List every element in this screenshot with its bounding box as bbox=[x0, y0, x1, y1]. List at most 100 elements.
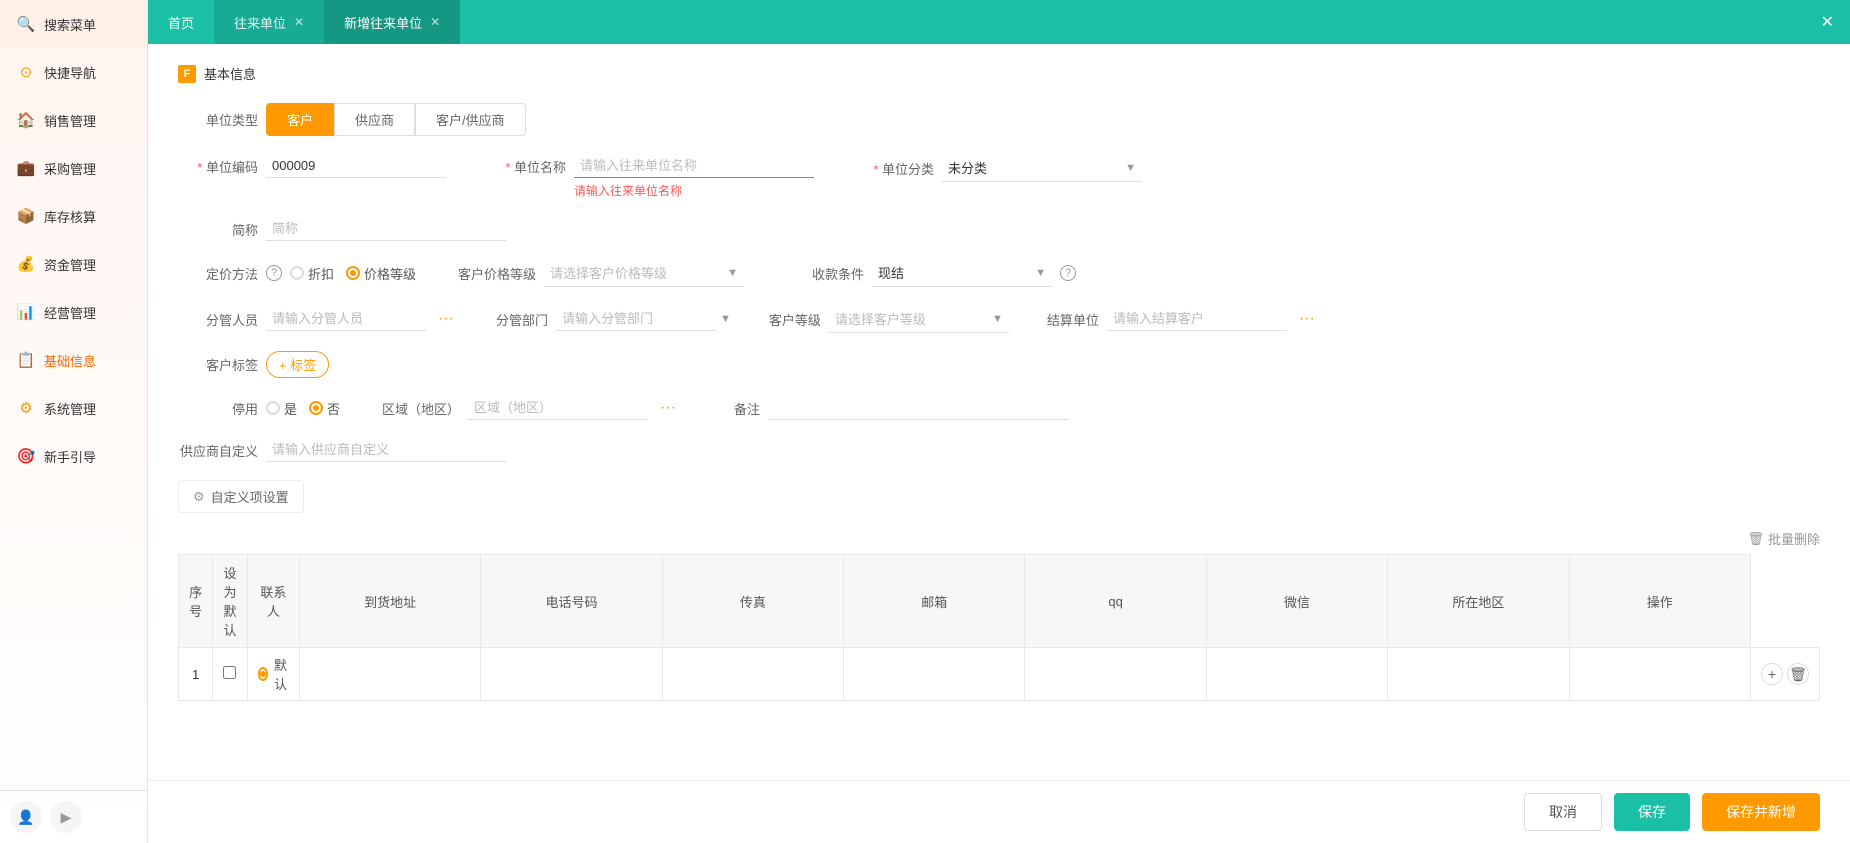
short-name-input[interactable] bbox=[266, 217, 506, 241]
tab-new-partner[interactable]: 新增往来单位 ✕ bbox=[324, 0, 460, 44]
unit-code-label: 单位编码 bbox=[178, 157, 258, 176]
region-more-btn[interactable]: ··· bbox=[656, 399, 680, 417]
bulk-delete-button[interactable]: 🗑 批量删除 bbox=[1747, 529, 1820, 548]
row-default: 默认 bbox=[247, 648, 299, 701]
sidebar-item-finance[interactable]: 💰 资金管理 bbox=[0, 240, 147, 288]
row-seq: 1 bbox=[179, 648, 213, 701]
col-email: 邮箱 bbox=[844, 555, 1025, 648]
save-button[interactable]: 保存 bbox=[1614, 793, 1690, 831]
row-contact-input[interactable] bbox=[299, 648, 480, 701]
customer-tag-btn[interactable]: + 标签 bbox=[266, 351, 329, 378]
sales-icon: 🏠 bbox=[16, 110, 36, 130]
row-region-input[interactable] bbox=[1569, 648, 1750, 701]
section-title-icon: F bbox=[178, 65, 196, 83]
pricing-label: 定价方法 bbox=[178, 264, 258, 283]
customer-price-select[interactable]: 请选择客户价格等级 ▼ bbox=[544, 259, 744, 287]
tab-home[interactable]: 首页 bbox=[148, 0, 214, 44]
type-btn-both[interactable]: 客户/供应商 bbox=[415, 103, 526, 136]
content-area: F 基本信息 单位类型 客户 供应商 客户/供应商 单位编码 单位名称 bbox=[148, 44, 1850, 780]
col-action: 操作 bbox=[1569, 555, 1750, 648]
sidebar-item-search[interactable]: 🔍 搜索菜单 bbox=[0, 0, 147, 48]
col-seq: 序号 bbox=[179, 555, 213, 648]
settlement-unit-label: 结算单位 bbox=[1039, 310, 1099, 329]
settlement-unit-more-btn[interactable]: ··· bbox=[1295, 310, 1319, 328]
unit-name-label: 单位名称 bbox=[486, 157, 566, 176]
table-toolbar: 🗑 批量删除 bbox=[178, 529, 1820, 548]
sidebar-expand-icon[interactable]: ▶ bbox=[50, 801, 82, 833]
row-qq-input[interactable] bbox=[1206, 648, 1387, 701]
row-address-input[interactable] bbox=[481, 648, 662, 701]
sidebar-item-purchase[interactable]: 💼 采购管理 bbox=[0, 144, 147, 192]
pricing-radio-level[interactable]: 价格等级 bbox=[346, 264, 416, 283]
type-btn-supplier[interactable]: 供应商 bbox=[334, 103, 415, 136]
unit-code-field: 单位编码 bbox=[178, 154, 446, 178]
disabled-radio-yes[interactable]: 是 bbox=[266, 399, 297, 418]
level-radio-circle bbox=[346, 266, 360, 280]
unit-name-input[interactable] bbox=[574, 154, 814, 178]
tab-bar-close-button[interactable]: ✕ bbox=[1821, 12, 1834, 32]
row-wechat-input[interactable] bbox=[1388, 648, 1569, 701]
settlement-unit-input[interactable] bbox=[1107, 307, 1287, 331]
supplier-custom-row: 供应商自定义 bbox=[178, 438, 1820, 462]
col-region: 所在地区 bbox=[1388, 555, 1569, 648]
unit-code-input[interactable] bbox=[266, 154, 446, 178]
sidebar-user-icon[interactable]: 👤 bbox=[10, 801, 42, 833]
unit-type-label: 单位类型 bbox=[178, 110, 258, 129]
supplier-custom-input[interactable] bbox=[266, 438, 506, 462]
tab-partners-close[interactable]: ✕ bbox=[294, 15, 304, 29]
customer-grade-select[interactable]: 请选择客户等级 ▼ bbox=[829, 305, 1009, 333]
bottom-bar: 取消 保存 保存并新增 bbox=[148, 780, 1850, 843]
row-check-input[interactable] bbox=[223, 666, 236, 679]
row-checkbox[interactable] bbox=[213, 648, 248, 701]
manager-field: 分管人员 ··· bbox=[178, 307, 458, 331]
col-qq: qq bbox=[1025, 555, 1206, 648]
unit-category-select[interactable]: 未分类 ▼ bbox=[942, 154, 1142, 182]
sidebar-item-system[interactable]: ⚙ 系统管理 bbox=[0, 384, 147, 432]
row-email-input[interactable] bbox=[1025, 648, 1206, 701]
manager-input[interactable] bbox=[266, 307, 426, 331]
row-add-btn[interactable]: + bbox=[1761, 663, 1783, 685]
cancel-button[interactable]: 取消 bbox=[1524, 793, 1602, 831]
pricing-help-icon[interactable]: ? bbox=[266, 265, 282, 281]
save-and-add-button[interactable]: 保存并新增 bbox=[1702, 793, 1820, 831]
row-delete-btn[interactable]: 🗑 bbox=[1787, 663, 1809, 685]
region-field: 区域（地区） ··· bbox=[380, 396, 680, 420]
payment-terms-select[interactable]: 现结 ▼ bbox=[872, 259, 1052, 287]
pricing-radio-discount[interactable]: 折扣 bbox=[290, 264, 334, 283]
sidebar-bottom: 👤 ▶ bbox=[0, 790, 147, 843]
sidebar-item-quicknav[interactable]: ⊙ 快捷导航 bbox=[0, 48, 147, 96]
payment-terms-help-icon[interactable]: ? bbox=[1060, 265, 1076, 281]
type-buttons: 客户 供应商 客户/供应商 bbox=[266, 103, 526, 136]
custom-settings-button[interactable]: ⚙ 自定义项设置 bbox=[178, 480, 304, 513]
inventory-icon: 📦 bbox=[16, 206, 36, 226]
tab-partners[interactable]: 往来单位 ✕ bbox=[214, 0, 324, 44]
sidebar-item-inventory[interactable]: 📦 库存核算 bbox=[0, 192, 147, 240]
supplier-custom-label: 供应商自定义 bbox=[178, 441, 258, 460]
disabled-no-circle bbox=[309, 401, 323, 415]
remark-field: 备注 bbox=[720, 396, 1068, 420]
default-radio[interactable]: 默认 bbox=[258, 655, 289, 693]
manager-more-btn[interactable]: ··· bbox=[434, 310, 458, 328]
dept-input[interactable] bbox=[556, 307, 716, 331]
row-phone-input[interactable] bbox=[662, 648, 843, 701]
discount-radio-circle bbox=[290, 266, 304, 280]
sidebar-item-operations[interactable]: 📊 经营管理 bbox=[0, 288, 147, 336]
settings-icon: ⚙ bbox=[193, 489, 205, 505]
col-wechat: 微信 bbox=[1206, 555, 1387, 648]
region-label: 区域（地区） bbox=[380, 399, 460, 418]
row-fax-input[interactable] bbox=[844, 648, 1025, 701]
disabled-radio-no[interactable]: 否 bbox=[309, 399, 340, 418]
bulk-delete-icon: 🗑 bbox=[1747, 531, 1764, 547]
col-fax: 传真 bbox=[662, 555, 843, 648]
disabled-radio-group: 是 否 bbox=[266, 399, 340, 418]
col-address: 到货地址 bbox=[299, 555, 480, 648]
sidebar-item-basic-info[interactable]: 📋 基础信息 bbox=[0, 336, 147, 384]
remark-label: 备注 bbox=[720, 399, 760, 418]
tab-new-partner-close[interactable]: ✕ bbox=[430, 15, 440, 29]
sidebar-item-newbie[interactable]: 🎯 新手引导 bbox=[0, 432, 147, 480]
sidebar-item-sales[interactable]: 🏠 销售管理 bbox=[0, 96, 147, 144]
remark-input[interactable] bbox=[768, 396, 1068, 420]
row-action: + 🗑 bbox=[1750, 648, 1819, 701]
type-btn-customer[interactable]: 客户 bbox=[266, 103, 334, 136]
region-input[interactable] bbox=[468, 396, 648, 420]
